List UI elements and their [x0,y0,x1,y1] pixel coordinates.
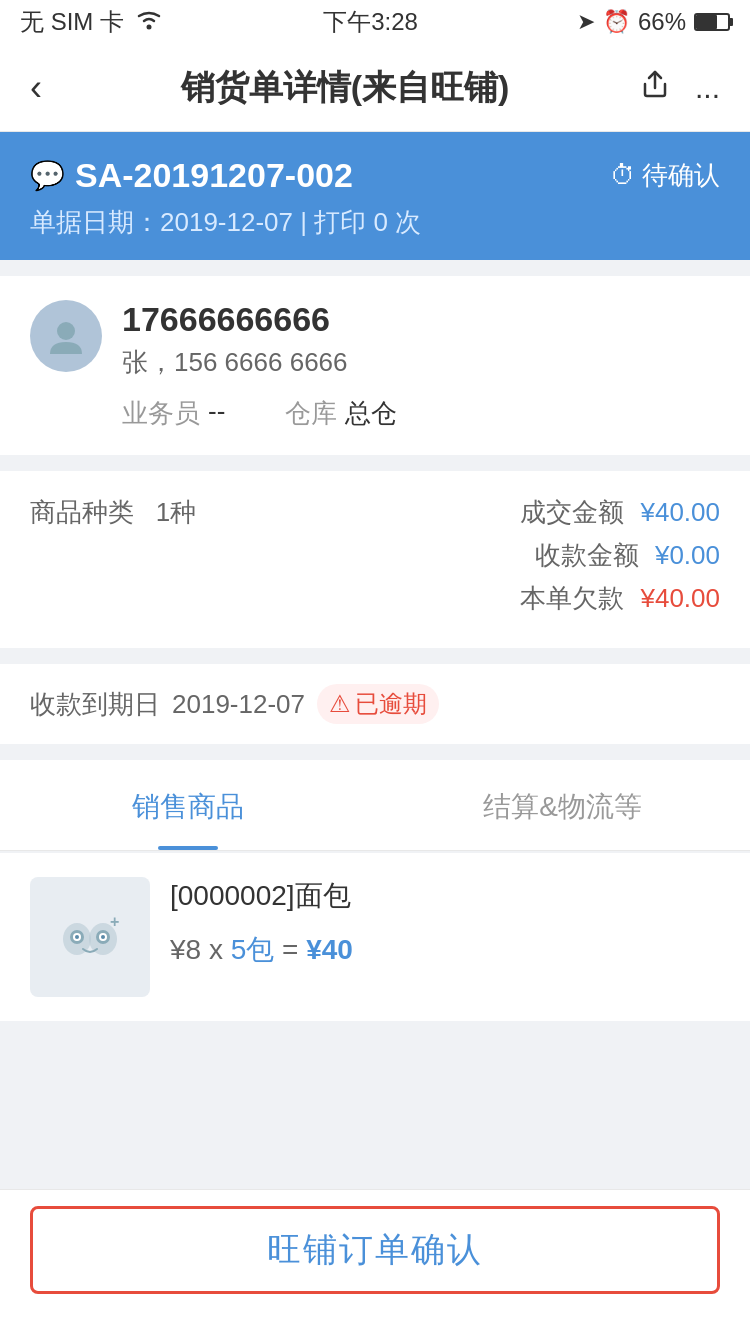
product-kinds-item: 商品种类 1种 [30,495,375,530]
price-text: ¥8 x [170,934,223,965]
clock-icon: ⏱ [610,160,636,191]
order-status: ⏱ 待确认 [610,158,720,193]
order-header: 💬 SA-20191207-002 ⏱ 待确认 单据日期：2019-12-07 … [0,132,750,260]
product-section: + [0000002]面包 ¥8 x 5包 = ¥40 [0,853,750,1021]
carrier-text: 无 SIM 卡 [20,6,124,38]
product-item: + [0000002]面包 ¥8 x 5包 = ¥40 [30,877,720,997]
product-name: [0000002]面包 [170,877,720,915]
status-bar: 无 SIM 卡 下午3:28 ➤ ⏰ 66% [0,0,750,44]
summary-right: 成交金额 ¥40.00 收款金额 ¥0.00 本单欠款 ¥40.00 [375,495,720,624]
product-kinds-label: 商品种类 [30,497,134,527]
battery-icon [694,13,730,31]
overdue-text: 已逾期 [355,688,427,720]
summary-left: 商品种类 1种 [30,495,375,536]
page-title: 销货单详情(来自旺铺) [90,65,600,111]
overdue-icon: ⚠ [329,690,351,718]
nav-actions: ... [600,68,720,107]
customer-meta: 业务员 -- 仓库 总仓 [122,396,720,431]
share-icon[interactable] [639,68,671,107]
overdue-badge: ⚠ 已逾期 [317,684,439,724]
salesperson-value: -- [208,396,225,431]
customer-name: 张，156 6666 6666 [122,345,720,380]
customer-avatar [30,300,102,372]
product-price: ¥8 x 5包 = ¥40 [170,931,720,969]
deal-amount-label: 成交金额 [520,495,624,530]
warehouse-item: 仓库 总仓 [285,396,397,431]
time-text: 下午3:28 [323,6,418,38]
location-icon: ➤ [577,9,595,35]
debt-amount-label: 本单欠款 [520,581,624,616]
tabs-section: 销售商品 结算&物流等 [0,760,750,851]
deal-amount-value: ¥40.00 [640,497,720,528]
wifi-icon [134,8,164,36]
order-header-top: 💬 SA-20191207-002 ⏱ 待确认 [30,156,720,195]
due-label: 收款到期日 [30,687,160,722]
receipt-amount-value: ¥0.00 [655,540,720,571]
nav-bar: ‹ 销货单详情(来自旺铺) ... [0,44,750,132]
svg-point-0 [147,25,152,30]
customer-info: 17666666666 张，156 6666 6666 业务员 -- 仓库 总仓 [122,300,720,431]
deal-amount-row: 成交金额 ¥40.00 [375,495,720,530]
more-icon[interactable]: ... [695,71,720,105]
salesperson-item: 业务员 -- [122,396,225,431]
debt-amount-row: 本单欠款 ¥40.00 [375,581,720,616]
svg-point-1 [57,322,75,340]
status-left: 无 SIM 卡 [20,6,164,38]
svg-point-9 [101,935,105,939]
order-date: 单据日期：2019-12-07 | 打印 0 次 [30,205,720,240]
equals-text: = [282,934,298,965]
summary-section: 商品种类 1种 成交金额 ¥40.00 收款金额 ¥0.00 本单欠款 ¥40.… [0,471,750,648]
warehouse-value: 总仓 [345,396,397,431]
receipt-amount-label: 收款金额 [535,538,639,573]
svg-text:+: + [110,913,119,930]
bottom-bar: 旺铺订单确认 [0,1189,750,1334]
product-details: [0000002]面包 ¥8 x 5包 = ¥40 [170,877,720,969]
order-icon: 💬 [30,159,65,192]
receipt-amount-row: 收款金额 ¥0.00 [375,538,720,573]
tab-settlement[interactable]: 结算&物流等 [375,760,750,850]
svg-point-8 [75,935,79,939]
order-id: 💬 SA-20191207-002 [30,156,353,195]
alarm-icon: ⏰ [603,9,630,35]
salesperson-label: 业务员 [122,396,200,431]
battery-text: 66% [638,8,686,36]
product-kinds-value: 1种 [156,497,196,527]
tab-sales-products[interactable]: 销售商品 [0,760,375,850]
due-section: 收款到期日 2019-12-07 ⚠ 已逾期 [0,664,750,744]
back-button[interactable]: ‹ [30,67,90,109]
warehouse-label: 仓库 [285,396,337,431]
total-text: ¥40 [306,934,353,965]
customer-card: 17666666666 张，156 6666 6666 业务员 -- 仓库 总仓 [0,276,750,455]
customer-phone: 17666666666 [122,300,720,339]
confirm-button[interactable]: 旺铺订单确认 [30,1206,720,1294]
customer-section: 17666666666 张，156 6666 6666 业务员 -- 仓库 总仓 [30,300,720,431]
debt-amount-value: ¥40.00 [640,583,720,614]
quantity-text: 5包 [231,934,275,965]
due-date-value: 2019-12-07 [172,689,305,720]
status-right: ➤ ⏰ 66% [577,8,730,36]
product-thumbnail: + [30,877,150,997]
